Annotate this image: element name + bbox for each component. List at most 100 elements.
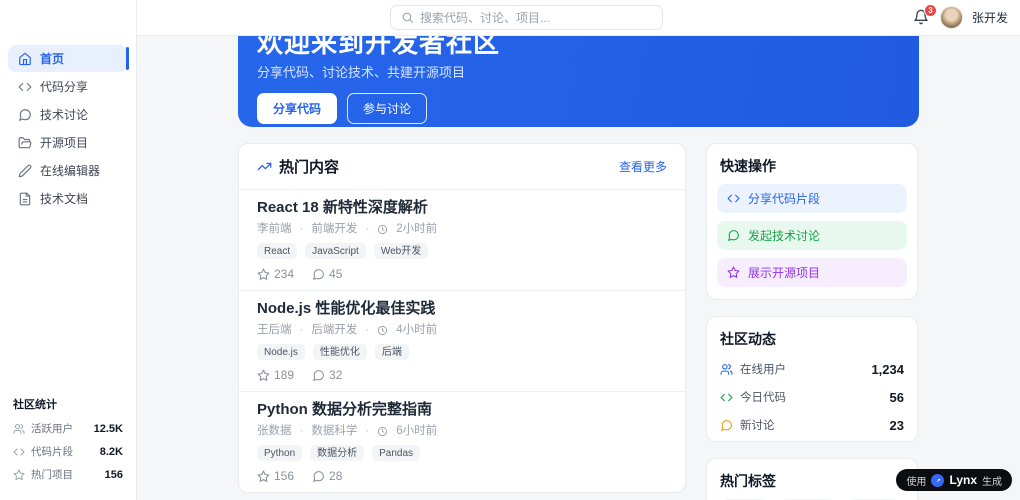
star-icon — [727, 266, 740, 279]
comment-icon — [312, 470, 325, 483]
star-icon — [257, 470, 270, 483]
article-tag[interactable]: Node.js — [257, 344, 305, 360]
meta-separator — [365, 324, 369, 336]
folder-icon — [18, 136, 32, 150]
app-window: 首页 代码分享 技术讨论 开源项目 在线编辑器 技术文档 社区统计 活跃用户 1… — [0, 0, 1020, 500]
star-icon — [257, 268, 270, 281]
sidebar-item-projects[interactable]: 开源项目 — [8, 129, 128, 156]
article-tags: Python 数据分析 Pandas — [257, 445, 667, 461]
stat-value: 1,234 — [871, 361, 904, 377]
article-category: 前端开发 — [311, 223, 358, 235]
avatar[interactable] — [939, 6, 963, 29]
article-tag[interactable]: React — [257, 243, 298, 259]
article-tag[interactable]: Pandas — [372, 445, 421, 461]
article-author: 张数据 — [257, 425, 292, 437]
comment-count: 28 — [312, 469, 342, 483]
community-stats-card: 社区动态 在线用户 1,234 今日代码 56 新讨论 23 — [706, 316, 918, 442]
hot-content-header: 热门内容 查看更多 — [239, 144, 685, 190]
star-icon — [13, 469, 25, 481]
stat-new-discussions: 新讨论 23 — [707, 413, 917, 441]
view-more-link[interactable]: 查看更多 — [619, 158, 667, 175]
lynx-badge[interactable]: 使用 Lynx 生成 — [896, 469, 1012, 491]
code-icon — [720, 391, 733, 404]
hero-banner: 欢迎来到开发者社区 分享代码、讨论技术、共建开源项目 分享代码 参与讨论 — [238, 36, 919, 127]
stat-label: 新讨论 — [740, 420, 775, 432]
meta-separator — [300, 324, 304, 336]
article-tag[interactable]: 后端 — [374, 344, 409, 360]
meta-separator — [365, 223, 369, 235]
article-title[interactable]: Node.js 性能优化最佳实践 — [257, 301, 667, 317]
main-content: 欢迎来到开发者社区 分享代码、讨论技术、共建开源项目 分享代码 参与讨论 热门内… — [137, 36, 1020, 500]
article-stats: 234 45 — [257, 267, 667, 281]
sidebar-item-label: 开源项目 — [40, 136, 89, 150]
meta-separator — [365, 425, 369, 437]
article-time: 2小时前 — [396, 223, 438, 235]
comment-icon — [312, 268, 325, 281]
article-tag[interactable]: 性能优化 — [312, 344, 367, 360]
hero-subtitle: 分享代码、讨论技术、共建开源项目 — [257, 65, 466, 80]
sidebar-item-discussions[interactable]: 技术讨论 — [8, 101, 128, 128]
users-icon — [13, 423, 25, 435]
sidebar-item-editor[interactable]: 在线编辑器 — [8, 157, 128, 184]
sidebar-item-docs[interactable]: 技术文档 — [8, 185, 128, 212]
sidebar-item-label: 首页 — [40, 52, 65, 66]
quick-action-show-project[interactable]: 展示开源项目 — [717, 258, 907, 287]
sidebar-stats: 社区统计 活跃用户 12.5K 代码片段 8.2K 热门项目 156 — [0, 396, 136, 500]
stat-label: 代码片段 — [31, 446, 73, 458]
search-input[interactable] — [420, 10, 652, 25]
code-icon — [13, 446, 25, 458]
comment-icon — [312, 369, 325, 382]
sidebar: 首页 代码分享 技术讨论 开源项目 在线编辑器 技术文档 社区统计 活跃用户 1… — [0, 0, 137, 500]
stat-label: 热门项目 — [31, 469, 73, 481]
stat-online-users: 在线用户 1,234 — [707, 357, 917, 385]
article-meta: 李前端 前端开发 2小时前 — [257, 223, 667, 235]
notification-badge: 3 — [923, 3, 937, 17]
sidebar-item-code-share[interactable]: 代码分享 — [8, 73, 128, 100]
article-tag[interactable]: 数据分析 — [310, 445, 365, 461]
stat-value: 23 — [889, 417, 904, 433]
article-tags: React JavaScript Web开发 — [257, 243, 667, 259]
article-title[interactable]: Python 数据分析完整指南 — [257, 402, 667, 418]
home-icon — [18, 52, 32, 66]
chat-icon — [18, 108, 32, 122]
username: 张开发 — [971, 11, 1008, 25]
stat-value: 156 — [104, 468, 123, 481]
article-item[interactable]: Node.js 性能优化最佳实践 王后端 后端开发 4小时前 Node.js — [239, 291, 685, 392]
pencil-icon — [18, 164, 32, 178]
sidebar-item-home[interactable]: 首页 — [8, 45, 129, 72]
stat-label: 在线用户 — [740, 364, 786, 376]
article-category: 后端开发 — [311, 324, 358, 336]
stat-today-code: 今日代码 56 — [707, 385, 917, 413]
article-tag[interactable]: Python — [257, 445, 303, 461]
stat-value: 12.5K — [93, 422, 123, 435]
quick-actions-card: 快速操作 分享代码片段 发起技术讨论 展示开源项目 — [706, 143, 918, 300]
article-item[interactable]: Python 数据分析完整指南 张数据 数据科学 6小时前 Python — [239, 392, 685, 492]
article-tag[interactable]: JavaScript — [305, 243, 366, 259]
code-icon — [18, 80, 32, 94]
section-title: 热门内容 — [279, 159, 340, 176]
quick-action-start-discussion[interactable]: 发起技术讨论 — [717, 221, 907, 250]
article-tag[interactable]: Web开发 — [373, 243, 429, 259]
article-time: 4小时前 — [396, 324, 438, 336]
search-box[interactable] — [390, 5, 663, 30]
active-indicator — [126, 47, 129, 70]
sidebar-stat-hot-projects: 热门项目 156 — [13, 467, 123, 482]
meta-separator — [300, 223, 304, 235]
stat-value: 56 — [889, 389, 904, 405]
quick-action-label: 展示开源项目 — [748, 266, 821, 280]
article-author: 李前端 — [257, 223, 292, 235]
clock-icon — [377, 224, 388, 235]
star-icon — [257, 369, 270, 382]
article-time: 6小时前 — [396, 425, 438, 437]
join-discussion-button[interactable]: 参与讨论 — [347, 93, 428, 124]
document-icon — [18, 192, 32, 206]
notification-button[interactable]: 3 — [913, 3, 937, 27]
hot-tags-title: 热门标签 — [720, 473, 776, 489]
article-tags: Node.js 性能优化 后端 — [257, 344, 667, 360]
quick-actions-title: 快速操作 — [720, 158, 776, 174]
article-title[interactable]: React 18 新特性深度解析 — [257, 200, 667, 216]
quick-action-share-code[interactable]: 分享代码片段 — [717, 184, 907, 213]
article-item[interactable]: React 18 新特性深度解析 李前端 前端开发 2小时前 React — [239, 190, 685, 291]
article-stats: 156 28 — [257, 469, 667, 483]
share-code-button[interactable]: 分享代码 — [257, 93, 338, 124]
